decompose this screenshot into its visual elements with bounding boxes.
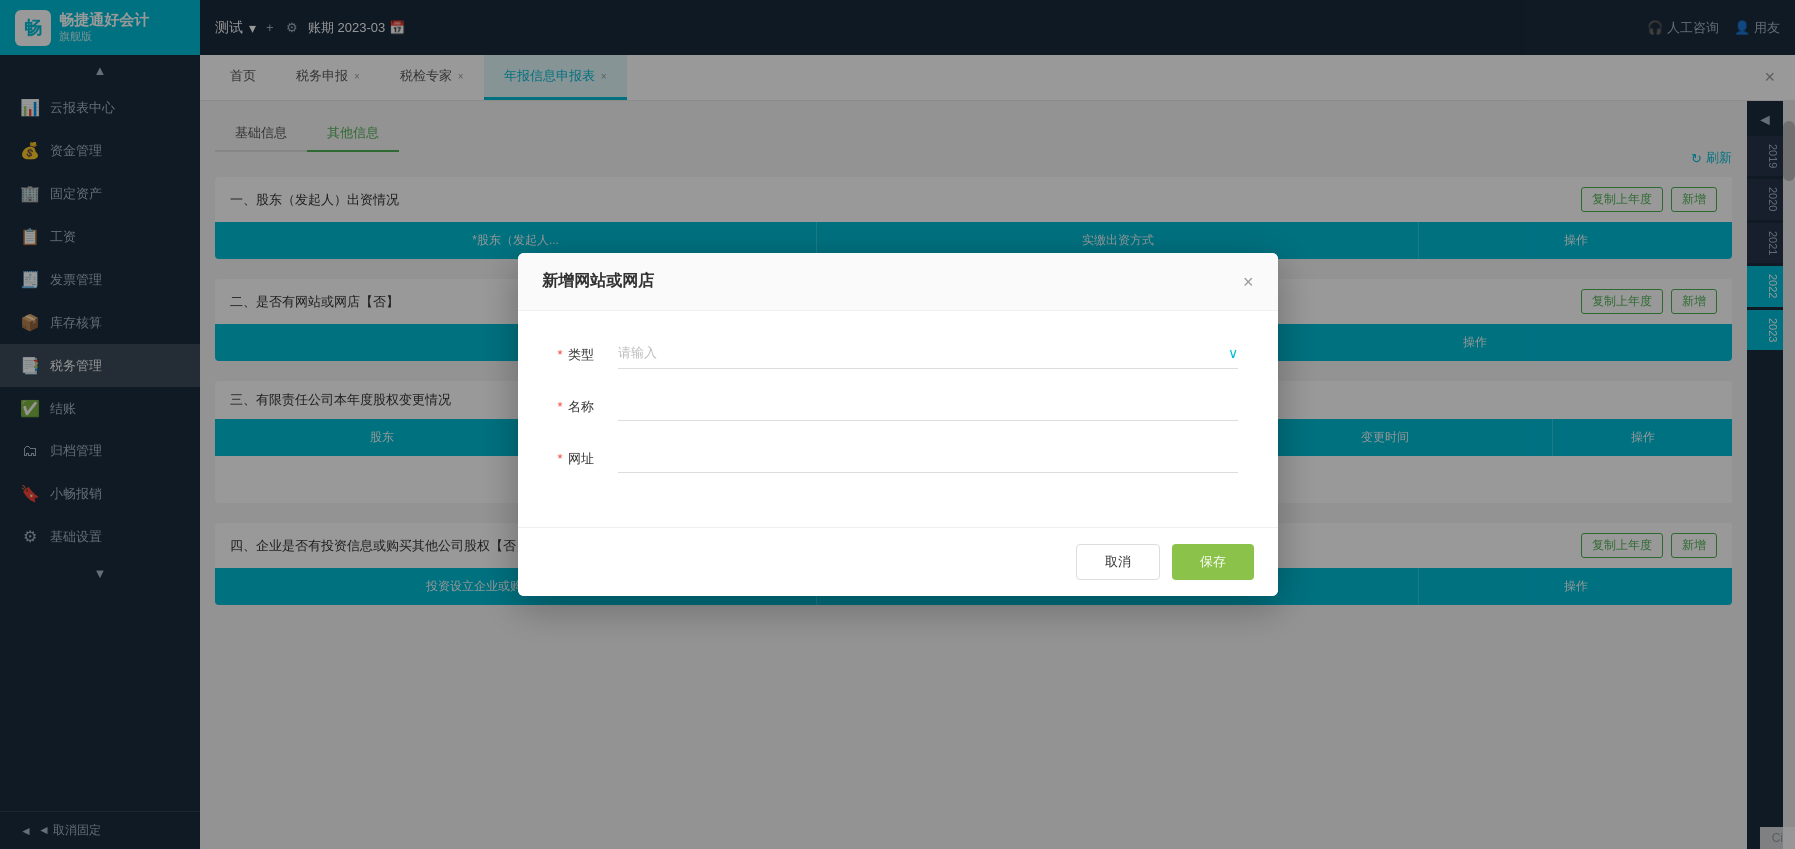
save-button[interactable]: 保存 <box>1172 544 1254 580</box>
type-required-star: * <box>558 347 563 362</box>
name-field-row: * 名称 <box>558 393 1238 421</box>
type-input[interactable] <box>618 341 1228 364</box>
modal-title: 新增网站或网店 <box>542 271 654 292</box>
modal-close-button[interactable]: × <box>1243 273 1254 291</box>
modal-header: 新增网站或网店 × <box>518 253 1278 311</box>
type-dropdown-arrow[interactable]: ∨ <box>1228 345 1238 361</box>
modal-overlay: 新增网站或网店 × * 类型 ∨ * 名称 <box>0 0 1795 849</box>
url-input-wrap <box>618 445 1238 473</box>
url-input[interactable] <box>618 445 1238 468</box>
modal-footer: 取消 保存 <box>518 527 1278 596</box>
type-input-wrap: ∨ <box>618 341 1238 369</box>
name-input[interactable] <box>618 393 1238 416</box>
add-website-modal: 新增网站或网店 × * 类型 ∨ * 名称 <box>518 253 1278 596</box>
url-required-star: * <box>558 451 563 466</box>
type-field-row: * 类型 ∨ <box>558 341 1238 369</box>
cancel-button[interactable]: 取消 <box>1076 544 1160 580</box>
name-label: * 名称 <box>558 398 618 416</box>
modal-body: * 类型 ∨ * 名称 * <box>518 311 1278 527</box>
url-label: * 网址 <box>558 450 618 468</box>
name-input-wrap <box>618 393 1238 421</box>
url-field-row: * 网址 <box>558 445 1238 473</box>
type-label: * 类型 <box>558 346 618 364</box>
name-required-star: * <box>558 399 563 414</box>
